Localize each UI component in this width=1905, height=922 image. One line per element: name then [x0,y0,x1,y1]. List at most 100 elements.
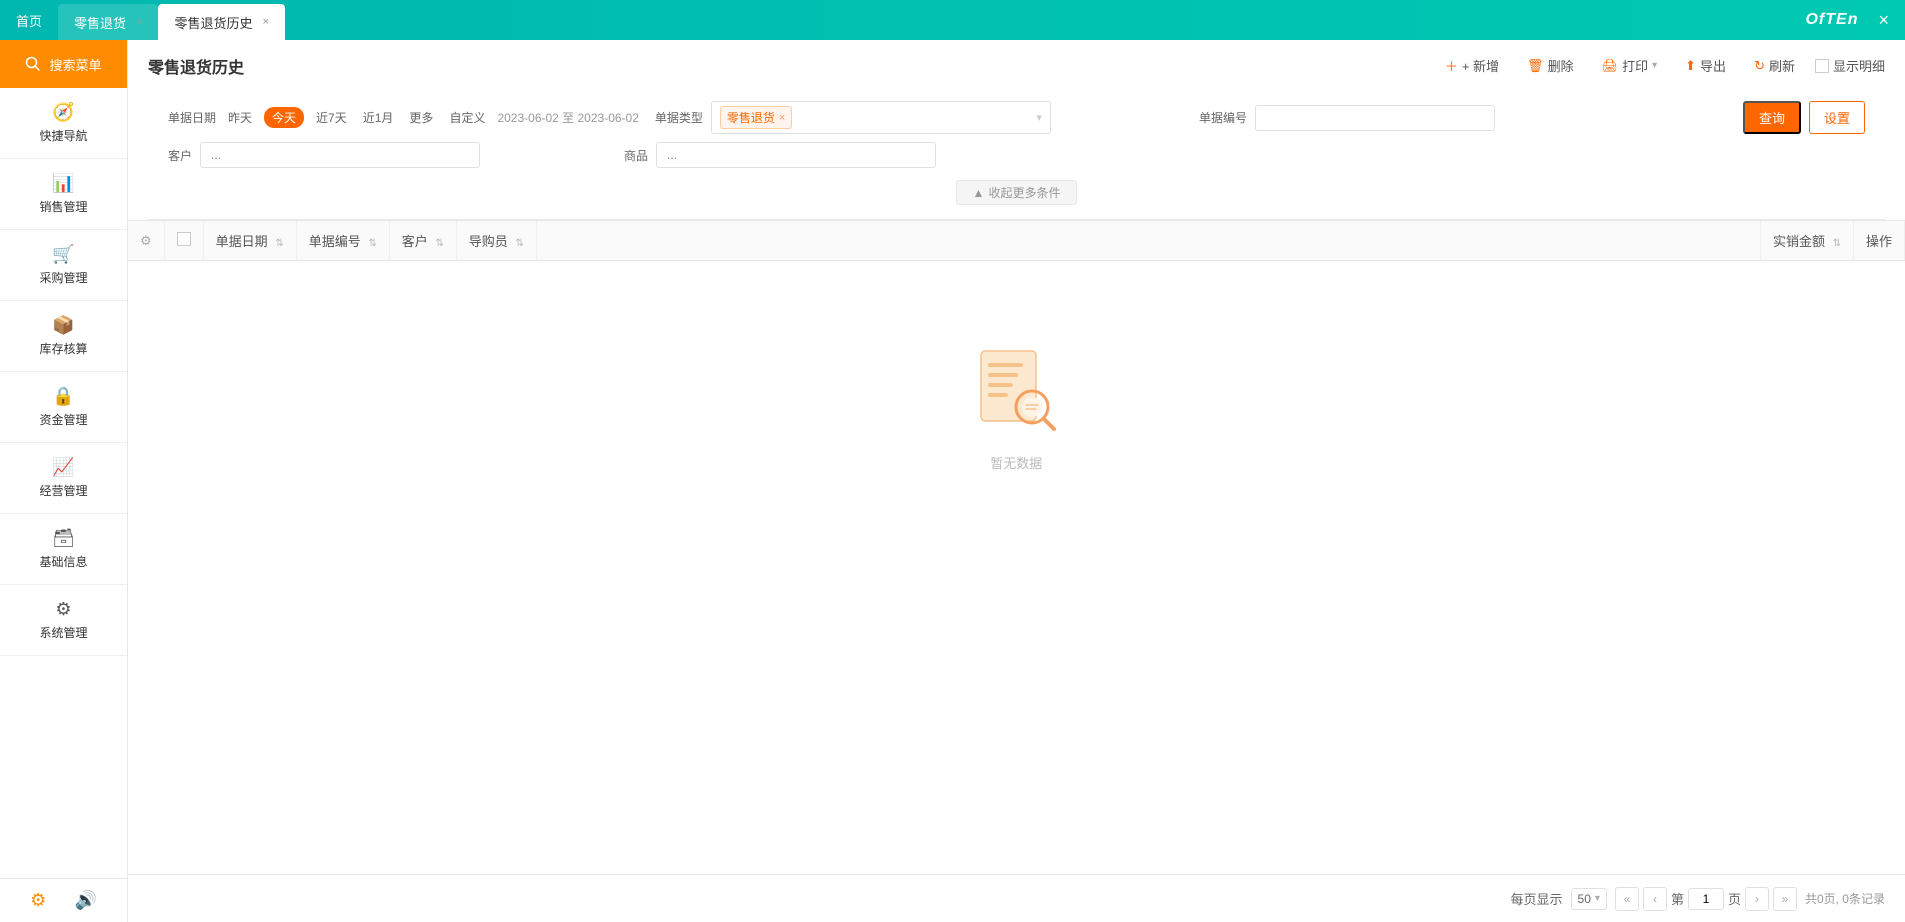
sidebar-item-base-info[interactable]: 🗃 基础信息 [0,514,127,585]
th-actual-amount-sort: ⇅ [1833,238,1841,249]
sidebar-item-quick-nav[interactable]: 🧭 快捷导航 [0,88,127,159]
th-customer-sort: ⇅ [435,238,443,249]
table-select-all-checkbox[interactable] [177,232,191,246]
filter-area: 单据日期 昨天 今天 近7天 近1月 更多 自定义 2023-06-02 至 2… [148,91,1885,220]
sidebar-item-purchase-label: 采购管理 [39,269,87,286]
new-btn[interactable]: ＋ + 新增 [1437,52,1507,79]
goods-input[interactable] [656,142,936,168]
sidebar: 搜索菜单 🧭 快捷导航 📊 销售管理 🛒 采购管理 📦 库存核算 🔒 资金管理 [0,40,128,922]
inventory-icon: 📦 [52,315,74,336]
page-header: 零售退货历史 ＋ + 新增 🗑 删除 🖨 打印 ▾ [128,40,1905,221]
tab-retail-return-history-close[interactable]: × [262,16,268,28]
sidebar-item-finance[interactable]: 🔒 资金管理 [0,372,127,443]
content-area: 零售退货历史 ＋ + 新增 🗑 删除 🖨 打印 ▾ [128,40,1905,922]
page-size-label: 每页显示 [1511,889,1563,908]
settings-bottom-icon[interactable]: ⚙ [30,890,46,911]
th-customer-label: 客户 [402,234,428,249]
date-opt-today[interactable]: 今天 [264,107,304,128]
print-icon: 🖨 [1602,58,1619,74]
sidebar-item-purchase[interactable]: 🛒 采购管理 [0,230,127,301]
table-body: 暂无数据 [128,261,1905,553]
sidebar-nav: 🧭 快捷导航 📊 销售管理 🛒 采购管理 📦 库存核算 🔒 资金管理 📈 [0,88,127,878]
empty-illustration [966,341,1066,441]
date-opt-custom[interactable]: 自定义 [445,107,489,128]
sys-mgmt-icon: ⚙ [55,599,71,620]
quick-nav-icon: 🧭 [52,102,74,123]
date-opt-more[interactable]: 更多 [405,107,437,128]
toolbar: ＋ + 新增 🗑 删除 🖨 打印 ▾ ⬆ 导出 [1437,52,1885,79]
date-options: 昨天 今天 近7天 近1月 更多 自定义 [224,107,489,128]
refresh-btn[interactable]: ↻ 刷新 [1746,52,1803,79]
th-bill-date[interactable]: 单据日期 ⇅ [203,221,296,261]
page-first-btn[interactable]: « [1615,887,1639,911]
date-opt-7days[interactable]: 近7天 [312,107,351,128]
sidebar-item-sys-mgmt[interactable]: ⚙ 系统管理 [0,585,127,656]
table-wrapper: ⚙ 单据日期 ⇅ 单据编号 ⇅ [128,221,1905,874]
page-number-input[interactable] [1688,888,1724,910]
th-customer[interactable]: 客户 ⇅ [389,221,456,261]
pagination-bar: 每页显示 50 ▾ « ‹ 第 页 › » 共0页, 0条记录 [128,874,1905,922]
total-info: 共0页, 0条记录 [1805,890,1885,907]
th-guide[interactable]: 导购员 ⇅ [456,221,536,261]
print-btn[interactable]: 🖨 打印 ▾ [1594,52,1666,79]
th-bill-no[interactable]: 单据编号 ⇅ [296,221,389,261]
print-label: 打印 [1622,56,1648,75]
page-title: 零售退货历史 [148,54,244,78]
page-size-value: 50 [1578,892,1591,906]
sidebar-item-sales[interactable]: 📊 销售管理 [0,159,127,230]
top-bar: 首页 零售退货 × 零售退货历史 × OfTEn × [0,0,1905,40]
sidebar-search-label: 搜索菜单 [49,55,101,74]
type-tag-label: 零售退货 [727,109,775,126]
tab-home-label: 首页 [16,11,42,30]
empty-state-row: 暂无数据 [128,261,1905,553]
sidebar-item-inventory[interactable]: 📦 库存核算 [0,301,127,372]
finance-icon: 🔒 [52,386,74,407]
customer-input[interactable] [200,142,480,168]
settings-btn[interactable]: 设置 [1809,101,1865,134]
tab-home[interactable]: 首页 [0,0,58,40]
export-btn[interactable]: ⬆ 导出 [1677,52,1734,79]
show-detail-toggle[interactable]: 显示明细 [1815,56,1885,75]
delete-icon: 🗑 [1527,58,1544,74]
speaker-bottom-icon[interactable]: 🔊 [74,890,96,911]
customer-filter-label: 客户 [168,147,192,164]
collapse-row: ▲ 收起更多条件 [168,176,1865,209]
sidebar-item-inventory-label: 库存核算 [39,340,87,357]
date-opt-1month[interactable]: 近1月 [359,107,398,128]
sales-icon: 📊 [52,173,74,194]
tab-retail-return-close[interactable]: × [136,16,142,28]
collapse-label: 收起更多条件 [988,184,1060,201]
page-title-row: 零售退货历史 ＋ + 新增 🗑 删除 🖨 打印 ▾ [148,52,1885,79]
bill-no-input[interactable] [1255,105,1495,131]
table-settings-icon[interactable]: ⚙ [140,233,152,248]
page-next-btn[interactable]: › [1745,887,1769,911]
page-nav: « ‹ 第 页 › » [1615,887,1797,911]
show-detail-checkbox[interactable] [1815,59,1829,73]
th-actual-amount[interactable]: 实销金额 ⇅ [1760,221,1853,261]
tab-retail-return[interactable]: 零售退货 × [58,4,158,40]
type-filter-select[interactable]: 零售退货 × ▾ [711,101,1051,134]
query-btn[interactable]: 查询 [1743,101,1801,134]
sidebar-item-base-info-label: 基础信息 [39,553,87,570]
th-checkbox [164,221,203,261]
type-tag-retail-return: 零售退货 × [720,106,792,129]
th-settings: ⚙ [128,221,164,261]
operations-icon: 📈 [52,457,74,478]
th-bill-no-label: 单据编号 [309,234,361,249]
date-opt-yesterday[interactable]: 昨天 [224,107,256,128]
show-detail-label-text: 显示明细 [1833,56,1885,75]
delete-btn[interactable]: 🗑 删除 [1519,52,1582,79]
new-icon: ＋ [1445,56,1458,75]
page-prev-btn[interactable]: ‹ [1643,887,1667,911]
page-last-btn[interactable]: » [1773,887,1797,911]
collapse-btn[interactable]: ▲ 收起更多条件 [956,180,1078,205]
sidebar-search[interactable]: 搜索菜单 [0,40,127,88]
type-tag-close[interactable]: × [779,112,785,124]
tab-retail-return-history[interactable]: 零售退货历史 × [158,4,284,40]
export-label: 导出 [1700,56,1726,75]
page-size-selector[interactable]: 50 ▾ [1571,888,1607,910]
goods-filter-label: 商品 [624,147,648,164]
delete-label: 删除 [1548,56,1574,75]
close-window-btn[interactable]: × [1878,10,1889,31]
sidebar-item-operations[interactable]: 📈 经营管理 [0,443,127,514]
